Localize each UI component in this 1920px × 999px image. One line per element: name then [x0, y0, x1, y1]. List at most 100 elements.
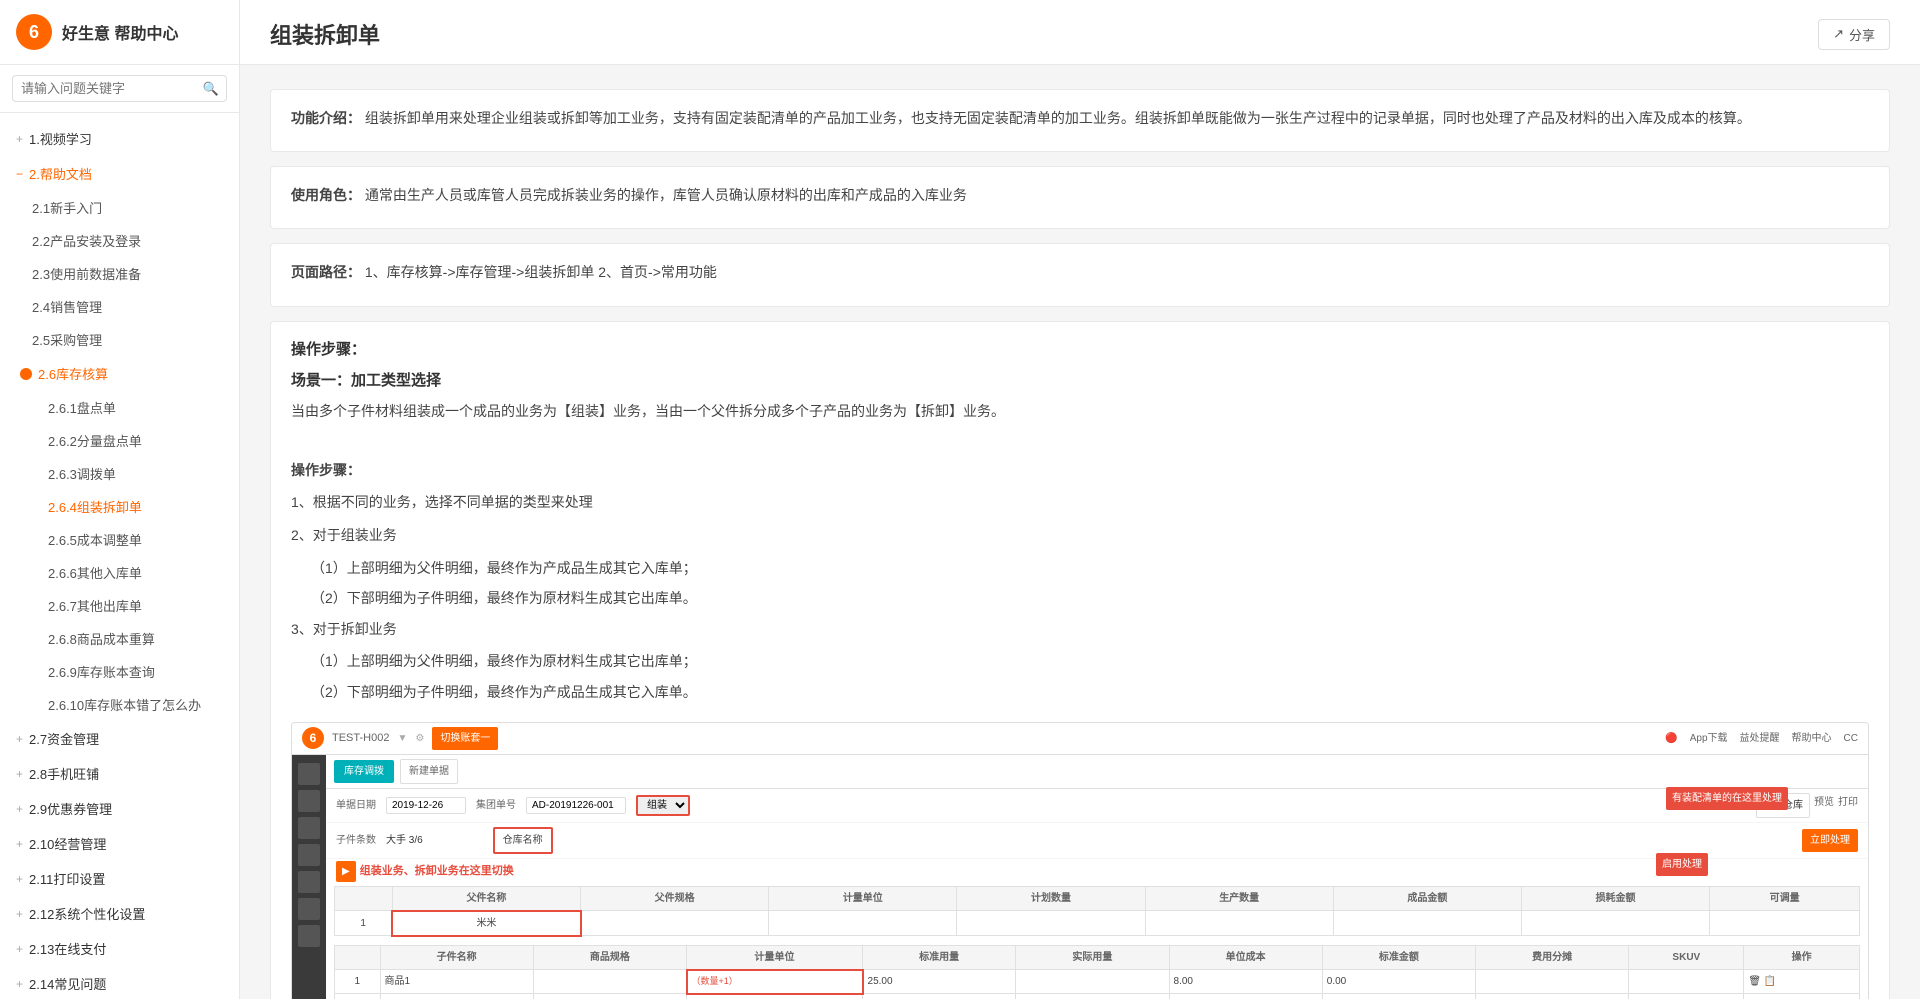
function-intro-section: 功能介绍： 组装拆卸单用来处理企业组装或拆卸等加工业务，支持有固定装配清单的产品…: [270, 89, 1890, 152]
sidebar-item-docs-267[interactable]: 2.6.7其他出库单: [0, 589, 239, 622]
path-section: 页面路径： 1、库存核算->库存管理->组装拆卸单 2、首页->常用功能: [270, 243, 1890, 306]
path-text: 页面路径： 1、库存核算->库存管理->组装拆卸单 2、首页->常用功能: [291, 260, 1869, 285]
sidebar-item-docs-261[interactable]: 2.6.1盘点单: [0, 391, 239, 424]
page-title: 组装拆卸单: [270, 18, 380, 50]
sidebar-item-docs-29[interactable]: + 2.9优惠券管理: [0, 791, 239, 826]
mock-bill-label: 集团单号: [476, 796, 516, 815]
mock-print-icon: 打印: [1838, 793, 1858, 818]
sidebar-item-docs-2610[interactable]: 2.6.10库存账本错了怎么办: [0, 688, 239, 721]
mock-table1-container: 父件名称 父件规格 计量单位 计划数量 生产数量 成品金额 损耗金额 可调量: [326, 882, 1868, 941]
mock-table2: 子件名称 商品规格 计量单位 标准用量 实际用量 单位成本 标准金额 费用分摊: [334, 945, 1860, 999]
mock-date-input[interactable]: [386, 797, 466, 814]
mock-table1: 父件名称 父件规格 计量单位 计划数量 生产数量 成品金额 损耗金额 可调量: [334, 886, 1860, 937]
plus-icon-210: +: [16, 837, 23, 851]
sidebar-item-docs-28[interactable]: + 2.8手机旺铺: [0, 756, 239, 791]
sidebar-item-docs-23[interactable]: 2.3使用前数据准备: [0, 257, 239, 290]
ops-steps-title: 操作步骤：: [291, 457, 1869, 484]
sidebar-item-docs-262[interactable]: 2.6.2分量盘点单: [0, 424, 239, 457]
annotation-enable: 启用处理: [1656, 853, 1708, 876]
role-section: 使用角色： 通常由生产人员或库管人员完成拆装业务的操作，库管人员确认原材料的出库…: [270, 166, 1890, 229]
mock-sidebar-icon-6: [298, 898, 320, 920]
sidebar-item-docs-214[interactable]: + 2.14常见问题: [0, 966, 239, 999]
minus-icon: −: [16, 167, 23, 181]
sidebar-item-docs-265[interactable]: 2.6.5成本调整单: [0, 523, 239, 556]
mock-tab-active: 库存调拨: [334, 760, 394, 783]
mock-date-label: 单据日期: [336, 796, 376, 815]
main-header: 组装拆卸单 ↗ 分享: [240, 0, 1920, 65]
sidebar-item-docs-212[interactable]: + 2.12系统个性化设置: [0, 896, 239, 931]
sidebar-item-docs-211[interactable]: + 2.11打印设置: [0, 861, 239, 896]
table-row: 2 商品 2 36.00 0.00 0.00: [335, 994, 1860, 999]
table-row: 1 米米: [335, 911, 1860, 936]
mock-process-type-select[interactable]: 组装拆卸: [636, 795, 690, 816]
sidebar-item-docs-213[interactable]: + 2.13在线支付: [0, 931, 239, 966]
sidebar: 6 好生意 帮助中心 🔍 + 1.视频学习 − 2.帮助文档 2.1新手入门 2…: [0, 0, 240, 999]
mock-sidebar-icon-5: [298, 871, 320, 893]
ops-body: 当由多个子件材料组装成一个成品的业务为【组装】业务，当由一个父件拆分成多个子产品…: [291, 398, 1869, 999]
sidebar-item-docs-24[interactable]: 2.4销售管理: [0, 290, 239, 323]
mock-sidebar-icon-7: [298, 925, 320, 947]
plus-icon-214: +: [16, 977, 23, 991]
step3-sub2: （2）下部明细为子件明细，最终作为产成品生成其它入库单。: [311, 679, 1869, 706]
sidebar-item-docs-22[interactable]: 2.2产品安装及登录: [0, 224, 239, 257]
step3-sub1: （1）上部明细为父件明细，最终作为原材料生成其它出库单；: [311, 648, 1869, 675]
sidebar-item-docs-21[interactable]: 2.1新手入门: [0, 191, 239, 224]
sidebar-item-docs-27[interactable]: + 2.7资金管理: [0, 721, 239, 756]
app-title: 好生意 帮助中心: [62, 20, 178, 44]
mock-bill-input[interactable]: [526, 797, 626, 814]
scenario1-title: 场景一：加工类型选择: [291, 369, 1869, 390]
sidebar-item-docs[interactable]: − 2.帮助文档: [0, 156, 239, 191]
ops-section: 操作步骤： 场景一：加工类型选择 当由多个子件材料组装成一个成品的业务为【组装】…: [270, 321, 1890, 999]
main-content: 组装拆卸单 ↗ 分享 功能介绍： 组装拆卸单用来处理企业组装或拆卸等加工业务，支…: [240, 0, 1920, 999]
mock-sub-annotation-row: ▶ 组装业务、拆卸业务在这里切换: [326, 859, 1868, 882]
mock-subcount-label: 子件条数: [336, 831, 376, 850]
sidebar-item-docs-25[interactable]: 2.5采购管理: [0, 323, 239, 356]
mock-topbar-links: 🔴 App下载益处提醒帮助中心CC: [1665, 729, 1858, 748]
plus-icon-29: +: [16, 802, 23, 816]
sidebar-item-docs-266[interactable]: 2.6.6其他入库单: [0, 556, 239, 589]
mock-switch-btn: 切换账套一: [432, 727, 498, 750]
nav-list: + 1.视频学习 − 2.帮助文档 2.1新手入门 2.2产品安装及登录 2.3…: [0, 113, 239, 999]
role-text: 使用角色： 通常由生产人员或库管人员完成拆装业务的操作，库管人员确认原材料的出库…: [291, 183, 1869, 208]
mock-warehouse-input[interactable]: 仓库名称: [493, 827, 553, 854]
mock-layout: 库存调拨 新建单据 单据日期 集团单号: [292, 755, 1868, 999]
plus-icon: +: [16, 132, 23, 146]
step2-sub2: （2）下部明细为子件明细，最终作为原材料生成其它出库单。: [311, 585, 1869, 612]
step3: 3、对于拆卸业务: [291, 616, 1869, 643]
scenario1-desc: 当由多个子件材料组装成一个成品的业务为【组装】业务，当由一个父件拆分成多个子产品…: [291, 398, 1869, 425]
mock-immediate-btn[interactable]: 立即处理: [1802, 829, 1858, 852]
sidebar-item-docs-264[interactable]: 2.6.4组装拆卸单: [0, 490, 239, 523]
function-intro-text: 功能介绍： 组装拆卸单用来处理企业组装或拆卸等加工业务，支持有固定装配清单的产品…: [291, 106, 1869, 131]
sidebar-item-docs-268[interactable]: 2.6.8商品成本重算: [0, 622, 239, 655]
mock-store-id: TEST-H002: [332, 728, 389, 749]
mock-logo: 6: [302, 727, 324, 749]
share-button[interactable]: ↗ 分享: [1818, 19, 1890, 50]
mock-sidebar-icon-2: [298, 790, 320, 812]
step2-sub1: （1）上部明细为父件明细，最终作为产成品生成其它入库单；: [311, 555, 1869, 582]
table-row: 1 商品1 （数量+1） 25.00 8.00 0.00: [335, 970, 1860, 994]
sidebar-item-docs-269[interactable]: 2.6.9库存账本查询: [0, 655, 239, 688]
mock-tabs: 库存调拨 新建单据: [326, 755, 1868, 789]
step1: 1、根据不同的业务，选择不同单据的类型来处理: [291, 489, 1869, 516]
annotation-switch: 组装业务、拆卸业务在这里切换: [360, 861, 514, 882]
mock-table2-container: 子件名称 商品规格 计量单位 标准用量 实际用量 单位成本 标准金额 费用分摊: [326, 941, 1868, 999]
sidebar-item-docs-263[interactable]: 2.6.3调拨单: [0, 457, 239, 490]
sidebar-item-docs-210[interactable]: + 2.10经营管理: [0, 826, 239, 861]
sidebar-item-video[interactable]: + 1.视频学习: [0, 121, 239, 156]
annotation-assembly: 有装配清单的在这里处理: [1666, 787, 1788, 810]
mock-topbar: 6 TEST-H002 ▼ ⚙ 切换账套一 🔴 App下载益处提醒帮助中心CC: [292, 723, 1868, 755]
mock-form-row1: 单据日期 集团单号 组装拆卸 有装配清单的在这里处理: [326, 789, 1868, 823]
search-icon[interactable]: 🔍: [203, 81, 219, 97]
step2: 2、对于组装业务: [291, 522, 1869, 549]
content-area: 功能介绍： 组装拆卸单用来处理企业组装或拆卸等加工业务，支持有固定装配清单的产品…: [240, 65, 1920, 999]
search-input[interactable]: [12, 75, 227, 102]
mock-tab-new: 新建单据: [400, 759, 458, 784]
mock-form-row2: 子件条数 大手 3/6 仓库名称 立即处理 启用处理: [326, 823, 1868, 859]
share-icon: ↗: [1833, 26, 1844, 42]
plus-icon-27: +: [16, 732, 23, 746]
mock-sidebar-icon-3: [298, 817, 320, 839]
mock-sidebar-icon-1: [298, 763, 320, 785]
mock-orange-badge: ▶: [336, 861, 356, 882]
sidebar-item-docs-26[interactable]: 2.6库存核算: [0, 356, 239, 391]
mock-main-area: 库存调拨 新建单据 单据日期 集团单号: [326, 755, 1868, 999]
